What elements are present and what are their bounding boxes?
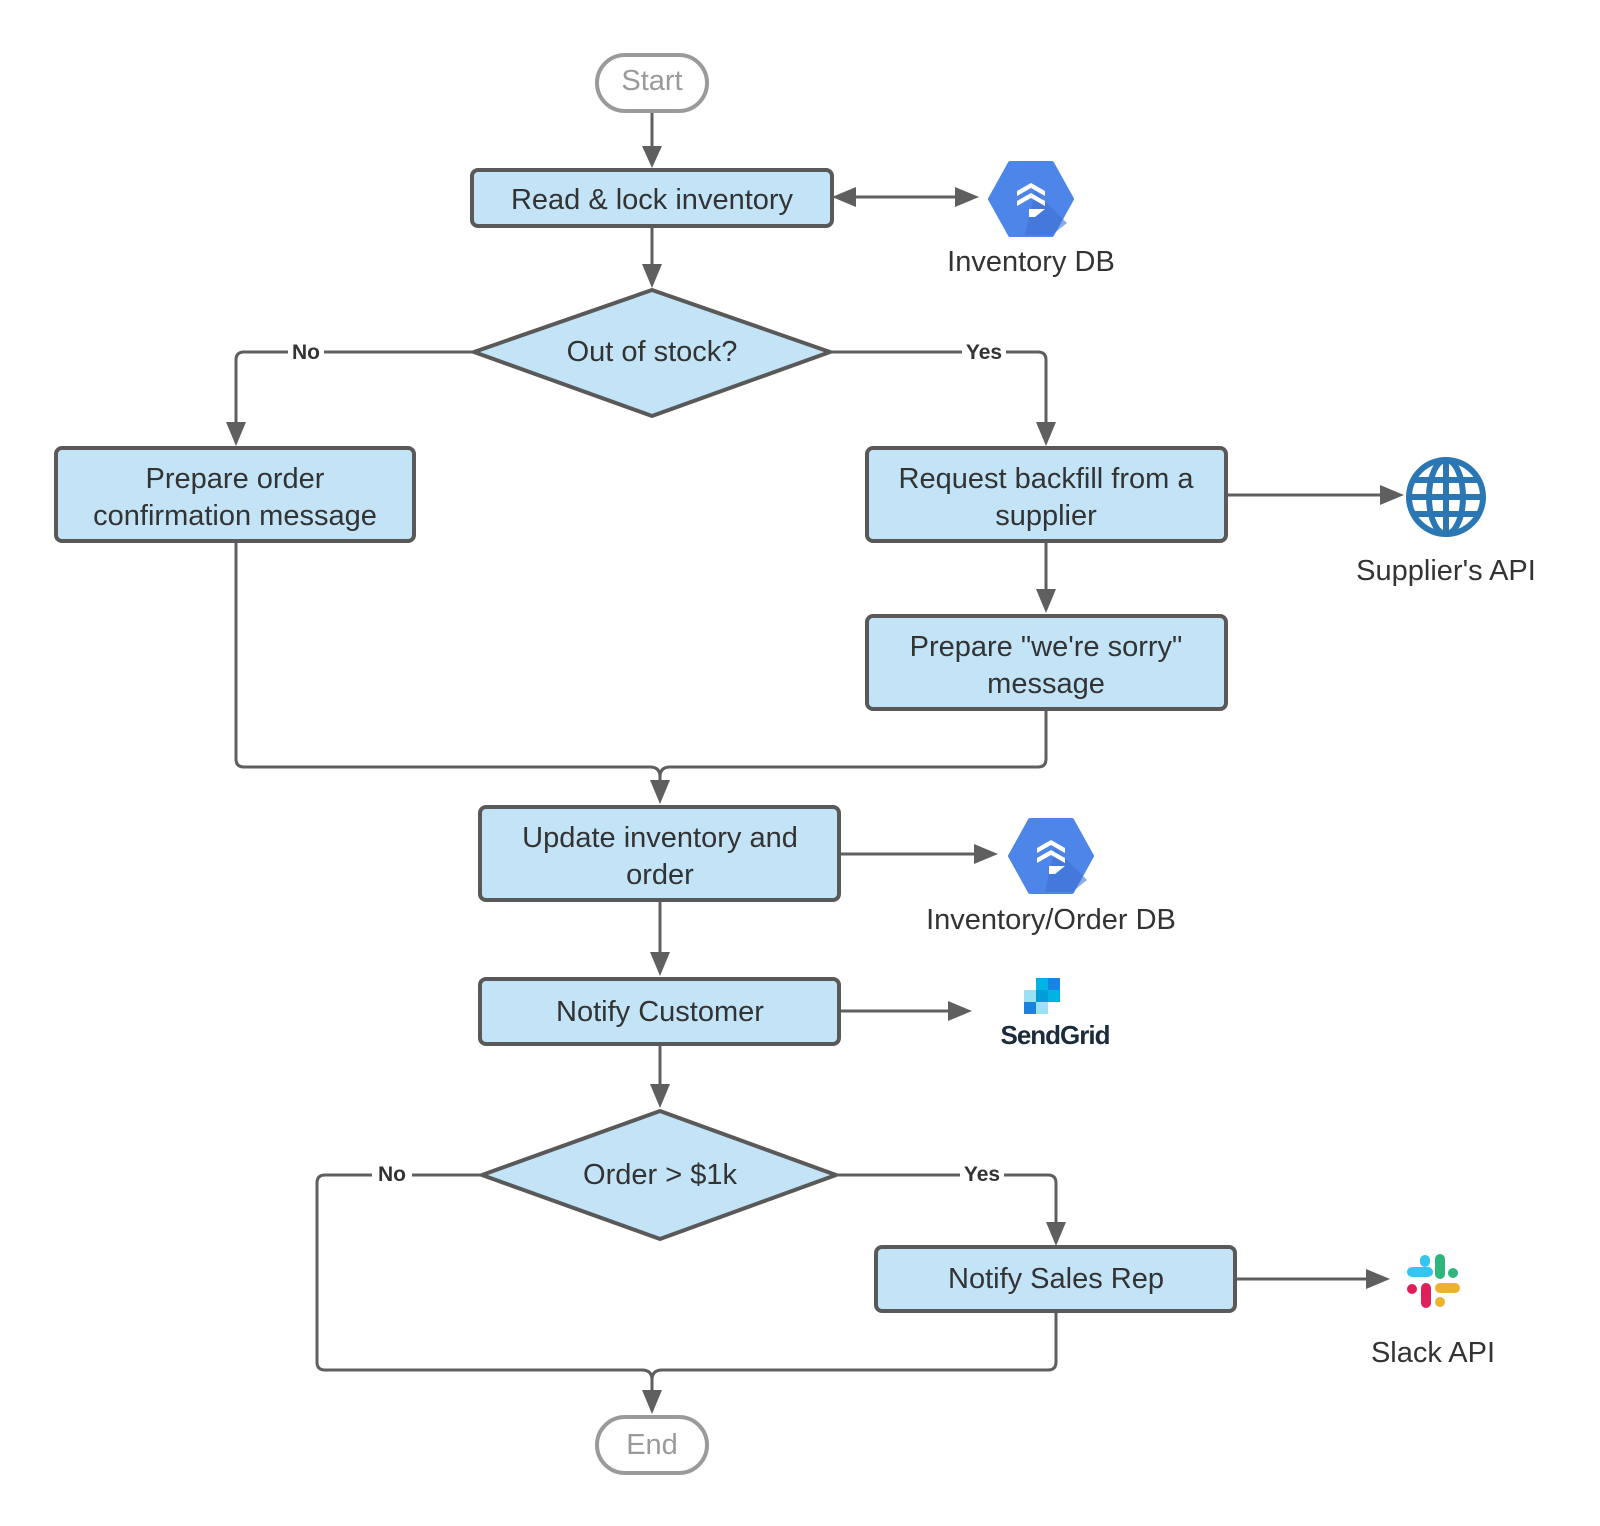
globe-icon bbox=[1406, 457, 1486, 537]
arrowhead bbox=[650, 952, 670, 976]
edge-update-to-inventory-order-db bbox=[840, 844, 998, 864]
arrowhead bbox=[650, 780, 670, 804]
edge-read-lock-to-inventory-db bbox=[832, 187, 979, 207]
notify-customer-node[interactable]: Notify Customer bbox=[478, 977, 841, 1046]
notify-sales-rep-label: Notify Sales Rep bbox=[948, 1263, 1164, 1295]
arrowhead bbox=[642, 264, 662, 288]
arrowhead bbox=[650, 1084, 670, 1108]
start-label: Start bbox=[621, 65, 682, 97]
prepare-sorry-line1: Prepare "we're sorry" bbox=[910, 631, 1183, 663]
arrowhead bbox=[1036, 589, 1056, 613]
flowchart-canvas: No Yes No Yes Start Read & lock inventor… bbox=[54, 53, 1536, 1475]
arrowhead bbox=[226, 422, 246, 446]
prepare-confirmation-node[interactable]: Prepare order confirmation message bbox=[54, 446, 416, 543]
update-inventory-line2: order bbox=[626, 859, 694, 891]
notify-sales-rep-node[interactable]: Notify Sales Rep bbox=[874, 1245, 1237, 1313]
edges: No Yes No Yes bbox=[226, 112, 1404, 1414]
request-backfill-line2: supplier bbox=[995, 500, 1097, 532]
read-lock-inventory-label: Read & lock inventory bbox=[511, 184, 794, 216]
arrowhead bbox=[832, 187, 856, 207]
order-over-1k-decision[interactable]: Order > $1k bbox=[480, 1109, 838, 1241]
arrowhead bbox=[974, 844, 998, 864]
edge-out-of-stock-no: No bbox=[226, 338, 473, 446]
edge-read-lock-to-out-of-stock bbox=[642, 228, 662, 288]
arrowhead bbox=[1380, 485, 1404, 505]
arrowhead bbox=[1366, 1269, 1390, 1289]
request-backfill-node[interactable]: Request backfill from a supplier bbox=[865, 446, 1228, 543]
inventory-order-db-service[interactable]: Inventory/Order DB bbox=[926, 818, 1176, 936]
update-inventory-line1: Update inventory and bbox=[522, 822, 798, 854]
sendgrid-service[interactable]: SendGrid bbox=[1000, 978, 1111, 1050]
edge-start-to-read-lock bbox=[642, 112, 662, 168]
prepare-confirmation-line2: confirmation message bbox=[93, 500, 377, 532]
database-icon bbox=[988, 161, 1074, 237]
read-lock-inventory-node[interactable]: Read & lock inventory bbox=[470, 168, 834, 228]
database-icon bbox=[1008, 818, 1094, 894]
edge-confirmation-to-update bbox=[234, 543, 662, 778]
update-inventory-node[interactable]: Update inventory and order bbox=[478, 805, 841, 902]
inventory-order-db-label: Inventory/Order DB bbox=[926, 904, 1176, 936]
sendgrid-logo-icon bbox=[1024, 978, 1060, 1014]
arrowhead bbox=[642, 146, 662, 168]
edge-update-to-notify-customer bbox=[650, 902, 670, 976]
edge-sales-rep-to-end bbox=[642, 1312, 1058, 1414]
edge-out-of-stock-yes: Yes bbox=[831, 338, 1056, 446]
arrowhead bbox=[1046, 1222, 1066, 1246]
end-terminal[interactable]: End bbox=[595, 1415, 709, 1475]
edge-backfill-to-sorry bbox=[1036, 543, 1056, 613]
slack-logo-icon bbox=[1407, 1254, 1460, 1308]
prepare-sorry-line2: message bbox=[987, 668, 1105, 700]
edge-notify-customer-to-order-decision bbox=[650, 1046, 670, 1108]
prepare-confirmation-line1: Prepare order bbox=[146, 463, 325, 495]
out-of-stock-decision[interactable]: Out of stock? bbox=[472, 288, 832, 418]
end-label: End bbox=[626, 1429, 678, 1461]
edge-label-no: No bbox=[378, 1163, 406, 1186]
slack-api-label: Slack API bbox=[1371, 1337, 1495, 1369]
arrowhead bbox=[1036, 422, 1056, 446]
out-of-stock-label: Out of stock? bbox=[567, 336, 738, 368]
edge-notify-customer-to-sendgrid bbox=[840, 1001, 972, 1021]
slack-api-service[interactable]: Slack API bbox=[1371, 1254, 1495, 1369]
notify-customer-label: Notify Customer bbox=[556, 996, 764, 1028]
suppliers-api-label: Supplier's API bbox=[1356, 555, 1536, 587]
inventory-db-label: Inventory DB bbox=[947, 246, 1115, 278]
prepare-sorry-node[interactable]: Prepare "we're sorry" message bbox=[865, 614, 1228, 711]
sendgrid-label: SendGrid bbox=[1000, 1020, 1109, 1050]
edge-sorry-to-update bbox=[650, 711, 1048, 804]
arrowhead bbox=[955, 187, 979, 207]
edge-label-no: No bbox=[292, 341, 320, 364]
inventory-db-service[interactable]: Inventory DB bbox=[947, 161, 1115, 278]
edge-order-decision-yes: Yes bbox=[837, 1161, 1066, 1246]
edge-label-yes: Yes bbox=[966, 341, 1002, 364]
suppliers-api-service[interactable]: Supplier's API bbox=[1356, 457, 1536, 587]
edge-sales-rep-to-slack bbox=[1236, 1269, 1390, 1289]
edge-backfill-to-suppliers-api bbox=[1228, 485, 1404, 505]
start-terminal[interactable]: Start bbox=[595, 53, 709, 113]
request-backfill-line1: Request backfill from a bbox=[899, 463, 1195, 495]
edge-label-yes: Yes bbox=[964, 1163, 1000, 1186]
order-over-1k-label: Order > $1k bbox=[583, 1159, 737, 1191]
arrowhead bbox=[642, 1390, 662, 1414]
arrowhead bbox=[948, 1001, 972, 1021]
